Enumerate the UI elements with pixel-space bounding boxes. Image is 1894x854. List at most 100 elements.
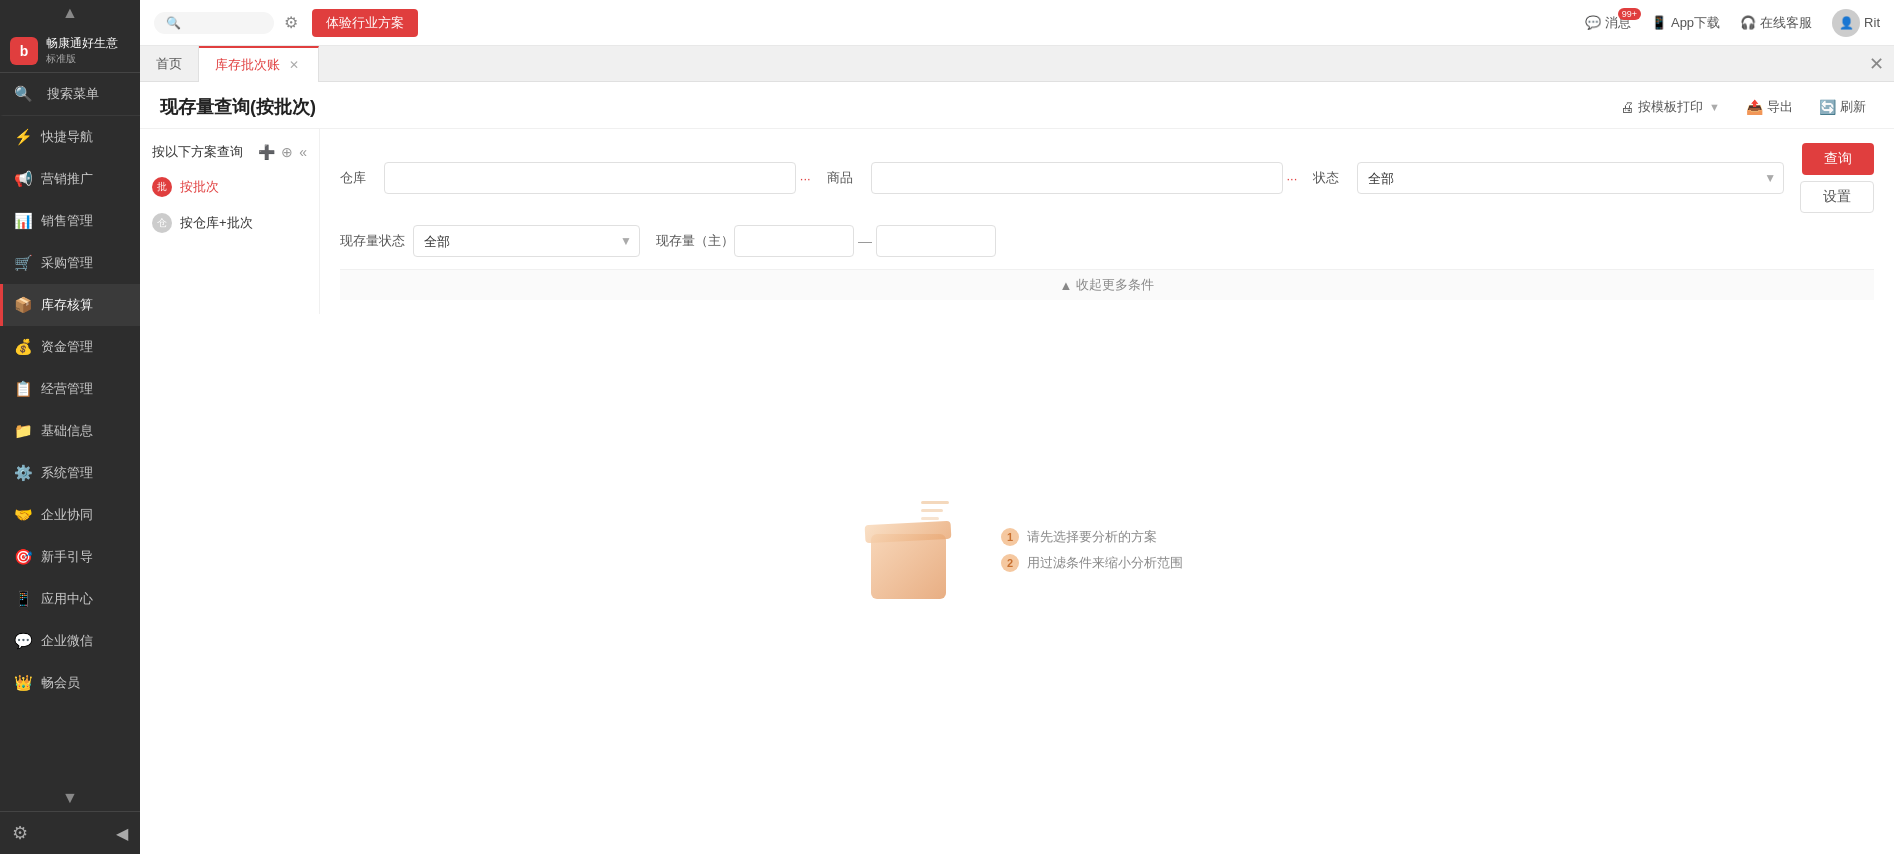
scheme-settings-icon[interactable]: ⊕ bbox=[281, 144, 293, 160]
empty-step-1: 1 请先选择要分析的方案 bbox=[1001, 528, 1183, 546]
topbar-gear-icon[interactable]: ⚙ bbox=[284, 13, 298, 32]
export-button[interactable]: 📤 导出 bbox=[1738, 94, 1801, 120]
product-more-icon[interactable]: ··· bbox=[1287, 171, 1298, 186]
online-service-button[interactable]: 🎧 在线客服 bbox=[1740, 14, 1812, 32]
sidebar-item-sales[interactable]: 📊 销售管理 bbox=[0, 200, 140, 242]
print-label: 按模板打印 bbox=[1638, 98, 1703, 116]
collapse-scheme-icon[interactable]: « bbox=[299, 144, 307, 160]
warehouse-input[interactable] bbox=[384, 162, 796, 194]
guide-icon: 🎯 bbox=[13, 547, 33, 567]
shortcut-icon: ⚡ bbox=[13, 127, 33, 147]
tab-close-icon[interactable]: ✕ bbox=[286, 57, 302, 73]
sidebar-item-operation[interactable]: 📋 经营管理 bbox=[0, 368, 140, 410]
message-button[interactable]: 💬 消息 99+ bbox=[1585, 14, 1631, 32]
message-badge: 99+ bbox=[1618, 8, 1641, 20]
sidebar-item-finance[interactable]: 💰 资金管理 bbox=[0, 326, 140, 368]
sidebar-item-marketing[interactable]: 📢 营销推广 bbox=[0, 158, 140, 200]
sidebar-item-inventory-label: 库存核算 bbox=[41, 296, 93, 314]
filter-row-1: 仓库 ··· 商品 ··· 状态 bbox=[340, 143, 1874, 213]
sidebar-item-member[interactable]: 👑 畅会员 bbox=[0, 662, 140, 704]
sidebar-scroll-down[interactable]: ▼ bbox=[0, 785, 140, 811]
app-center-icon: 📱 bbox=[13, 589, 33, 609]
sidebar-search[interactable]: 🔍 搜索菜单 bbox=[0, 73, 140, 116]
empty-step-2: 2 用过滤条件来缩小分析范围 bbox=[1001, 554, 1183, 572]
warehouse-label: 仓库 bbox=[340, 169, 376, 187]
user-profile-button[interactable]: 👤 Rit bbox=[1832, 9, 1880, 37]
sidebar-scroll-up[interactable]: ▲ bbox=[0, 0, 140, 26]
app-title: 畅康通好生意 bbox=[46, 36, 118, 52]
basic-icon: 📁 bbox=[13, 421, 33, 441]
current-stock-max-input[interactable] bbox=[876, 225, 996, 257]
step-2-text: 用过滤条件来缩小分析范围 bbox=[1027, 554, 1183, 572]
collapse-sidebar-icon[interactable]: ◀ bbox=[116, 824, 128, 843]
print-icon: 🖨 bbox=[1620, 99, 1634, 115]
sidebar-item-basic[interactable]: 📁 基础信息 bbox=[0, 410, 140, 452]
sidebar-item-guide[interactable]: 🎯 新手引导 bbox=[0, 536, 140, 578]
page-content: 现存量查询(按批次) 🖨 按模板打印 ▼ 📤 导出 🔄 刷新 bbox=[140, 82, 1894, 854]
filter-panel: 按以下方案查询 ➕ ⊕ « 批 按批次 仓 按仓库+批次 bbox=[140, 129, 1894, 314]
sidebar-item-purchase[interactable]: 🛒 采购管理 bbox=[0, 242, 140, 284]
industry-solution-button[interactable]: 体验行业方案 bbox=[312, 9, 418, 37]
step-1-text: 请先选择要分析的方案 bbox=[1027, 528, 1157, 546]
filter-row-2: 现存量状态 全部 有库存 无库存 ▼ 现存量（主） bbox=[340, 225, 1874, 257]
main-area: 🔍 ⚙ 体验行业方案 💬 消息 99+ 📱 App下载 🎧 在线客服 👤 Rit bbox=[140, 0, 1894, 854]
topbar-search-box[interactable]: 🔍 bbox=[154, 12, 274, 34]
tab-home[interactable]: 首页 bbox=[140, 46, 199, 82]
scheme-by-batch-icon: 批 bbox=[152, 177, 172, 197]
sidebar-search-label: 搜索菜单 bbox=[47, 85, 99, 103]
purchase-icon: 🛒 bbox=[13, 253, 33, 273]
app-download-button[interactable]: 📱 App下载 bbox=[1651, 14, 1720, 32]
filter-product-group: 商品 ··· bbox=[827, 162, 1298, 194]
sidebar-item-wechat-label: 企业微信 bbox=[41, 632, 93, 650]
sidebar-item-shortcut-label: 快捷导航 bbox=[41, 128, 93, 146]
settings-button[interactable]: 设置 bbox=[1800, 181, 1874, 213]
scheme-header-icons: ➕ ⊕ « bbox=[258, 144, 307, 160]
export-label: 导出 bbox=[1767, 98, 1793, 116]
box-body bbox=[871, 534, 946, 599]
topbar-right: 💬 消息 99+ 📱 App下载 🎧 在线客服 👤 Rit bbox=[1585, 9, 1880, 37]
status-label: 状态 bbox=[1313, 169, 1349, 187]
step-2-number: 2 bbox=[1001, 554, 1019, 572]
print-dropdown-icon[interactable]: ▼ bbox=[1709, 101, 1720, 113]
collapse-filter-button[interactable]: ▲ 收起更多条件 bbox=[340, 269, 1874, 300]
status-select[interactable]: 全部 正常 锁定 bbox=[1357, 162, 1784, 194]
sidebar-item-inventory[interactable]: 📦 库存核算 bbox=[0, 284, 140, 326]
sidebar-item-system[interactable]: ⚙️ 系统管理 bbox=[0, 452, 140, 494]
sidebar-header: b 畅康通好生意 标准版 bbox=[0, 26, 140, 73]
filter-fields: 仓库 ··· 商品 ··· 状态 bbox=[320, 129, 1894, 314]
sidebar-item-enterprise[interactable]: 🤝 企业协同 bbox=[0, 494, 140, 536]
inventory-status-select[interactable]: 全部 有库存 无库存 bbox=[413, 225, 640, 257]
filter-scheme-title: 按以下方案查询 bbox=[152, 143, 243, 161]
product-label: 商品 bbox=[827, 169, 863, 187]
tab-inventory-batch[interactable]: 库存批次账 ✕ bbox=[199, 46, 319, 82]
box-line-3 bbox=[921, 517, 939, 520]
topbar-search-icon: 🔍 bbox=[166, 16, 181, 30]
current-stock-min-input[interactable] bbox=[734, 225, 854, 257]
topbar-left: 🔍 ⚙ 体验行业方案 bbox=[154, 9, 418, 37]
step-1-number: 1 bbox=[1001, 528, 1019, 546]
scheme-by-batch[interactable]: 批 按批次 bbox=[140, 169, 319, 205]
inventory-icon: 📦 bbox=[13, 295, 33, 315]
search-icon: 🔍 bbox=[13, 84, 33, 104]
scheme-by-warehouse-batch[interactable]: 仓 按仓库+批次 bbox=[140, 205, 319, 241]
sidebar-footer: ⚙ ◀ bbox=[0, 811, 140, 854]
refresh-button[interactable]: 🔄 刷新 bbox=[1811, 94, 1874, 120]
user-name: Rit bbox=[1864, 15, 1880, 30]
sidebar-item-member-label: 畅会员 bbox=[41, 674, 80, 692]
print-template-button[interactable]: 🖨 按模板打印 ▼ bbox=[1612, 94, 1728, 120]
sidebar-item-operation-label: 经营管理 bbox=[41, 380, 93, 398]
sidebar-item-wechat[interactable]: 💬 企业微信 bbox=[0, 620, 140, 662]
filter-scheme-panel: 按以下方案查询 ➕ ⊕ « 批 按批次 仓 按仓库+批次 bbox=[140, 129, 320, 314]
filter-inventory-status-group: 现存量状态 全部 有库存 无库存 ▼ bbox=[340, 225, 640, 257]
query-button[interactable]: 查询 bbox=[1802, 143, 1874, 175]
product-input[interactable] bbox=[871, 162, 1283, 194]
warehouse-more-icon[interactable]: ··· bbox=[800, 171, 811, 186]
empty-content: 1 请先选择要分析的方案 2 用过滤条件来缩小分析范围 bbox=[851, 489, 1183, 619]
settings-footer-icon[interactable]: ⚙ bbox=[12, 822, 28, 844]
add-scheme-icon[interactable]: ➕ bbox=[258, 144, 275, 160]
tab-bar-close-button[interactable]: ✕ bbox=[1869, 53, 1894, 75]
filter-scheme-header: 按以下方案查询 ➕ ⊕ « bbox=[140, 139, 319, 169]
empty-state: 1 请先选择要分析的方案 2 用过滤条件来缩小分析范围 bbox=[140, 314, 1894, 854]
sidebar-item-shortcut[interactable]: ⚡ 快捷导航 bbox=[0, 116, 140, 158]
sidebar-item-app[interactable]: 📱 应用中心 bbox=[0, 578, 140, 620]
